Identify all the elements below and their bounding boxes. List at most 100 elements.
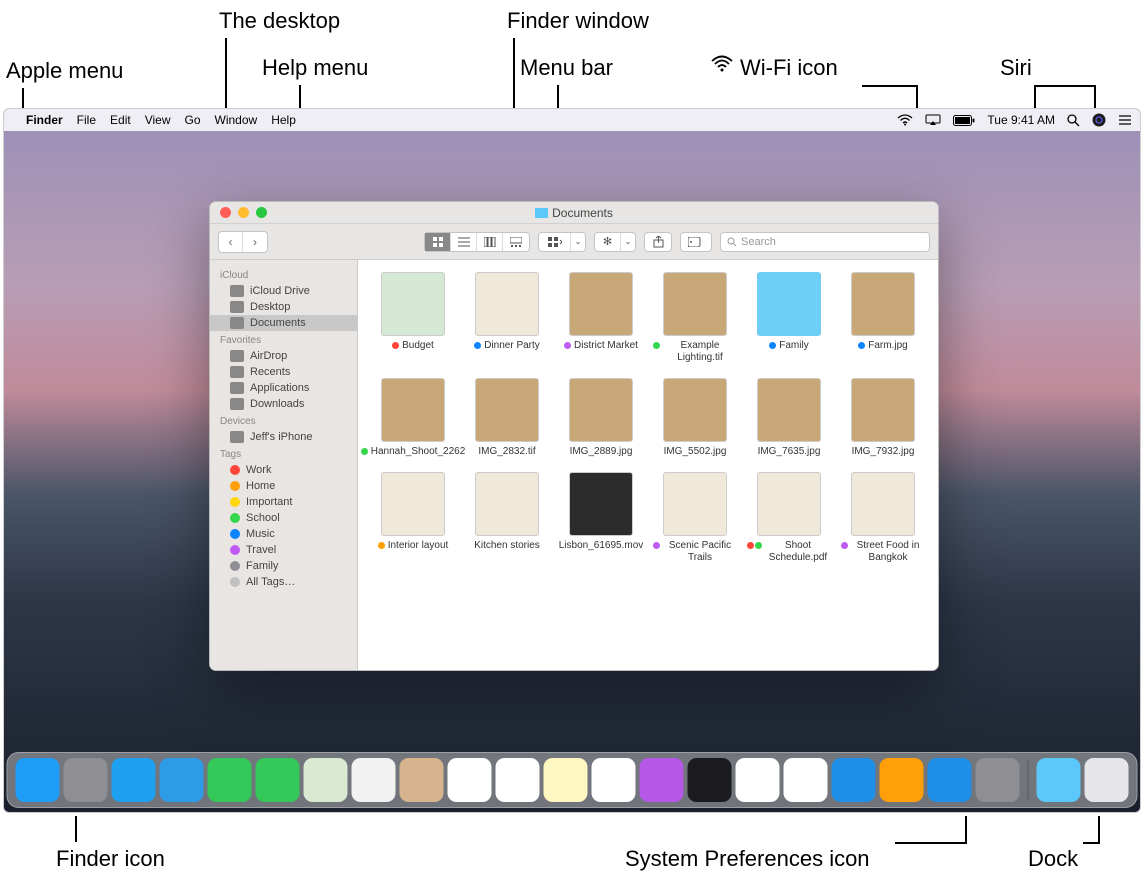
sidebar-item[interactable]: Downloads <box>210 396 357 412</box>
menu-help[interactable]: Help <box>271 113 296 127</box>
file-item[interactable]: IMG_7932.jpg <box>840 378 926 458</box>
file-item[interactable]: Farm.jpg <box>840 272 926 364</box>
sidebar-item[interactable]: Important <box>210 494 357 510</box>
clock[interactable]: Tue 9:41 AM <box>987 113 1055 127</box>
dock-app-tv[interactable] <box>688 758 732 802</box>
sidebar-item[interactable]: Jeff's iPhone <box>210 429 357 445</box>
file-item[interactable]: Dinner Party <box>464 272 550 364</box>
spotlight-icon[interactable] <box>1067 114 1080 127</box>
sidebar-item[interactable]: Applications <box>210 380 357 396</box>
file-item[interactable]: Hannah_Shoot_2262 <box>370 378 456 458</box>
file-item[interactable]: District Market <box>558 272 644 364</box>
search-input[interactable]: Search <box>720 232 930 252</box>
dock-app-contacts[interactable] <box>400 758 444 802</box>
menu-file[interactable]: File <box>77 113 96 127</box>
dock-app-numbers[interactable] <box>784 758 828 802</box>
dock-app-music[interactable] <box>592 758 636 802</box>
dock-app-launchpad[interactable] <box>64 758 108 802</box>
file-item[interactable]: Scenic Pacific Trails <box>652 472 738 564</box>
notification-center-icon[interactable] <box>1118 114 1132 126</box>
dock-app-reminders[interactable] <box>496 758 540 802</box>
file-item[interactable]: IMG_5502.jpg <box>652 378 738 458</box>
dock-app-news[interactable] <box>736 758 780 802</box>
action-button[interactable]: ✻ <box>595 233 621 251</box>
sidebar-item[interactable]: Travel <box>210 542 357 558</box>
file-item[interactable]: Shoot Schedule.pdf <box>746 472 832 564</box>
dock-app-calendar[interactable] <box>448 758 492 802</box>
file-label: Hannah_Shoot_2262 <box>371 446 455 458</box>
dock-app-facetime[interactable] <box>208 758 252 802</box>
finder-content[interactable]: BudgetDinner PartyDistrict Market Example… <box>358 260 938 670</box>
dock-app-messages[interactable] <box>256 758 300 802</box>
menu-window[interactable]: Window <box>215 113 258 127</box>
dock-app-pages[interactable] <box>880 758 924 802</box>
sidebar-item[interactable]: All Tags… <box>210 574 357 590</box>
sidebar-item[interactable]: Documents <box>210 315 357 331</box>
sidebar-item[interactable]: Music <box>210 526 357 542</box>
icon-view-button[interactable] <box>425 233 451 251</box>
battery-icon[interactable] <box>953 115 975 126</box>
app-menu[interactable]: Finder <box>26 113 63 127</box>
sidebar-item[interactable]: AirDrop <box>210 348 357 364</box>
file-label: Example Lighting.tif <box>653 340 737 364</box>
file-item[interactable]: Street Food in Bangkok <box>840 472 926 564</box>
dock-app-app-store[interactable] <box>928 758 972 802</box>
menu-edit[interactable]: Edit <box>110 113 131 127</box>
dock-app-system-preferences[interactable] <box>976 758 1020 802</box>
sidebar-icon <box>230 398 244 410</box>
list-view-button[interactable] <box>451 233 477 251</box>
siri-icon[interactable] <box>1092 113 1106 127</box>
dock-app-finder[interactable] <box>16 758 60 802</box>
sidebar-item[interactable]: iCloud Drive <box>210 283 357 299</box>
dock-app-safari[interactable] <box>112 758 156 802</box>
file-item[interactable]: Interior layout <box>370 472 456 564</box>
file-label: IMG_2832.tif <box>478 446 535 458</box>
dock-app-podcasts[interactable] <box>640 758 684 802</box>
action-dropdown[interactable]: ⌄ <box>621 233 635 251</box>
dock-app-keynote[interactable] <box>832 758 876 802</box>
menu-view[interactable]: View <box>145 113 171 127</box>
forward-button[interactable]: › <box>243 232 267 252</box>
file-item[interactable]: Example Lighting.tif <box>652 272 738 364</box>
file-item[interactable]: IMG_2889.jpg <box>558 378 644 458</box>
dock-app-mail[interactable] <box>160 758 204 802</box>
file-item[interactable]: Kitchen stories <box>464 472 550 564</box>
dock-app-notes[interactable] <box>544 758 588 802</box>
file-item[interactable]: Lisbon_61695.mov <box>558 472 644 564</box>
sidebar-item[interactable]: Recents <box>210 364 357 380</box>
menu-bar: Finder File Edit View Go Window Help Tue… <box>4 109 1140 131</box>
tag-dot <box>653 542 660 549</box>
airplay-icon[interactable] <box>925 114 941 126</box>
tag-button[interactable] <box>680 232 712 252</box>
group-dropdown[interactable]: ⌄ <box>571 233 585 251</box>
dock-app-photos[interactable] <box>352 758 396 802</box>
sidebar-item[interactable]: Desktop <box>210 299 357 315</box>
wifi-icon[interactable] <box>897 114 913 126</box>
group-segmented: ⌄ <box>538 232 586 252</box>
dock-downloads[interactable] <box>1037 758 1081 802</box>
group-button[interactable] <box>539 233 571 251</box>
column-view-button[interactable] <box>477 233 503 251</box>
gallery-view-button[interactable] <box>503 233 529 251</box>
sidebar-item[interactable]: Home <box>210 478 357 494</box>
file-item[interactable]: Family <box>746 272 832 364</box>
dock-app-maps[interactable] <box>304 758 348 802</box>
finder-toolbar: ‹ › ⌄ ✻ ⌄ Search <box>210 224 938 260</box>
file-item[interactable]: IMG_2832.tif <box>464 378 550 458</box>
share-button[interactable] <box>644 232 672 252</box>
sidebar-item[interactable]: Work <box>210 462 357 478</box>
file-item[interactable]: IMG_7635.jpg <box>746 378 832 458</box>
sidebar-item[interactable]: Family <box>210 558 357 574</box>
file-thumbnail <box>663 378 727 442</box>
back-button[interactable]: ‹ <box>219 232 243 252</box>
finder-titlebar[interactable]: Documents <box>210 202 938 224</box>
file-thumbnail <box>851 272 915 336</box>
sidebar-heading: Favorites <box>210 331 357 348</box>
sidebar-icon <box>230 317 244 329</box>
window-title: Documents <box>210 206 938 220</box>
dock-trash[interactable] <box>1085 758 1129 802</box>
menu-go[interactable]: Go <box>185 113 201 127</box>
sidebar-icon <box>230 382 244 394</box>
file-item[interactable]: Budget <box>370 272 456 364</box>
sidebar-item[interactable]: School <box>210 510 357 526</box>
